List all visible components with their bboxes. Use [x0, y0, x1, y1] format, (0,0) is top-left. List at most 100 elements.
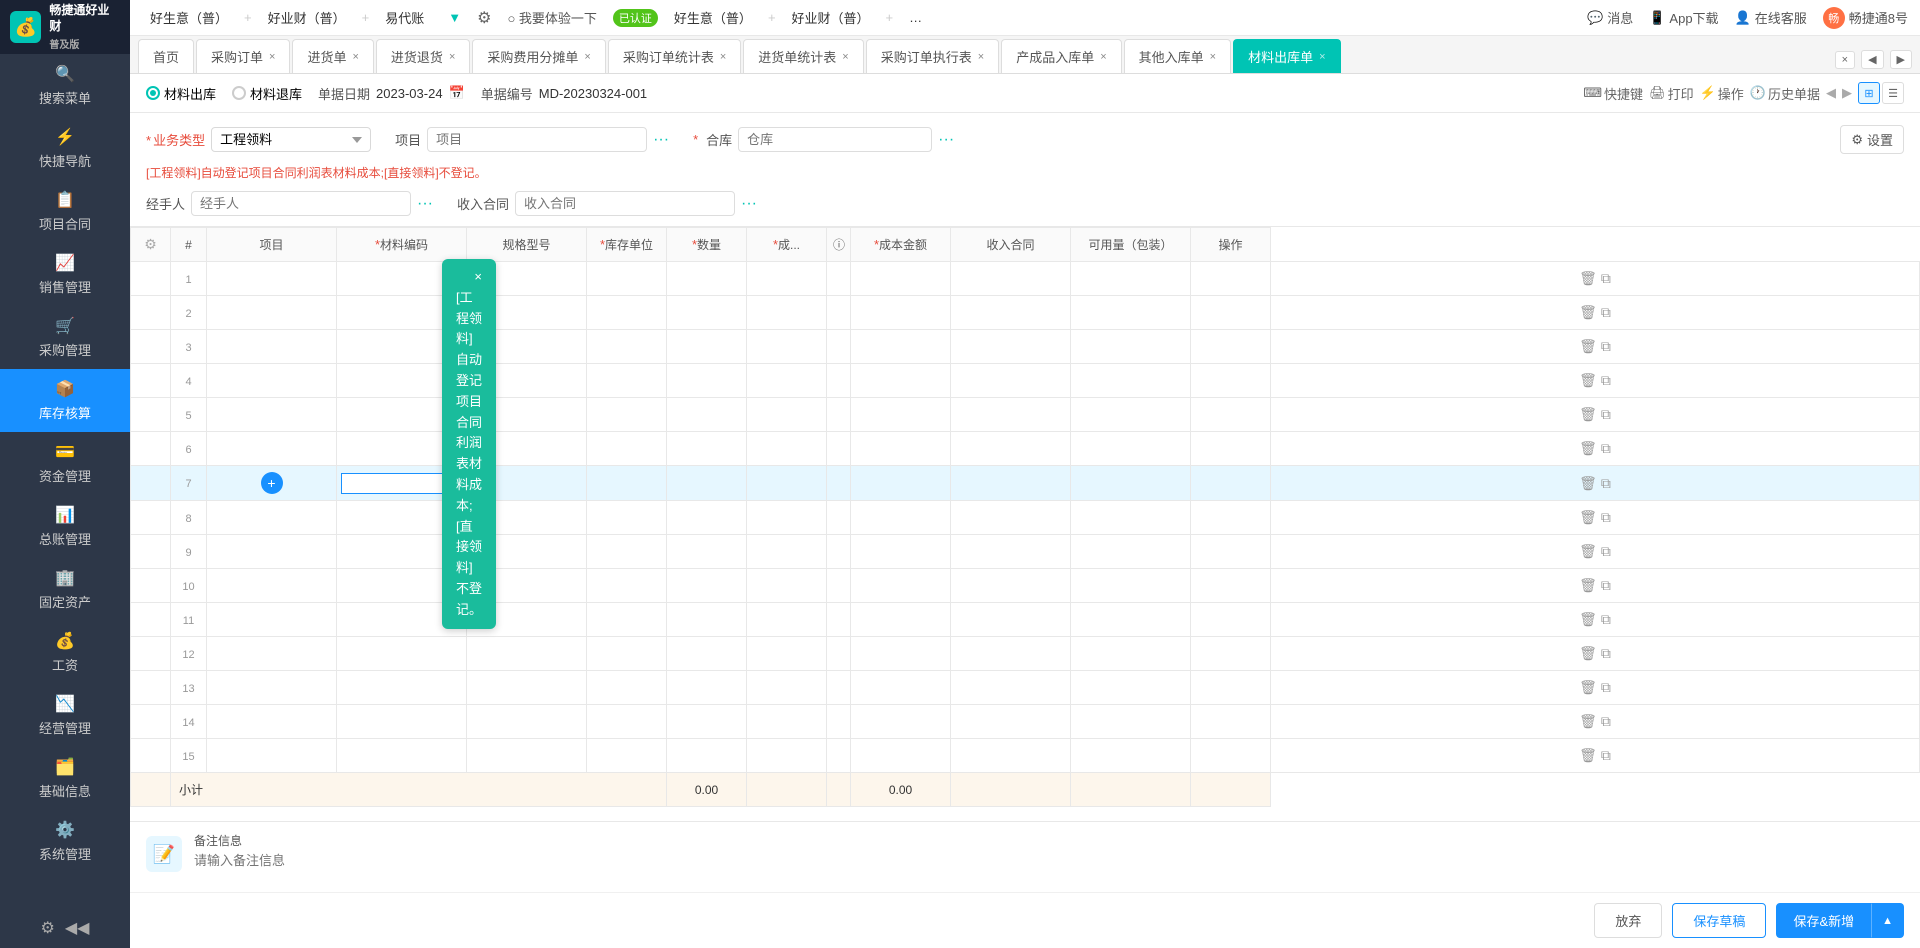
add-row-btn[interactable]: +: [261, 472, 283, 494]
tab-home[interactable]: 首页: [138, 39, 194, 73]
delete-row-btn[interactable]: 🗑: [1579, 679, 1597, 696]
save-new-button[interactable]: 保存&新增: [1776, 903, 1871, 938]
tab-close-order-exec[interactable]: ×: [978, 51, 984, 63]
tab-close-other-in[interactable]: ×: [1210, 51, 1216, 63]
delete-row-btn[interactable]: 🗑: [1579, 611, 1597, 628]
tab-close-all[interactable]: ×: [1835, 51, 1855, 69]
copy-row-btn[interactable]: ⧉: [1601, 543, 1611, 560]
number-value[interactable]: MD-20230324-001: [539, 86, 647, 101]
col-header-info[interactable]: ⓘ: [827, 228, 851, 262]
date-value[interactable]: 2023-03-24: [376, 86, 443, 101]
tab-purchase-order[interactable]: 采购订单 ×: [196, 39, 290, 73]
copy-row-btn[interactable]: ⧉: [1601, 338, 1611, 355]
sidebar-item-purchase[interactable]: 🛒 采购管理: [0, 306, 130, 369]
copy-row-btn[interactable]: ⧉: [1601, 577, 1611, 594]
grid-view-btn[interactable]: ⊞: [1858, 82, 1880, 104]
copy-row-btn[interactable]: ⧉: [1601, 509, 1611, 526]
print-btn[interactable]: 🖨 打印: [1649, 84, 1694, 103]
sidebar-item-search[interactable]: 🔍 搜索菜单: [0, 54, 130, 117]
copy-row-btn[interactable]: ⧉: [1601, 372, 1611, 389]
quickkey-btn[interactable]: ⌨ 快捷键: [1583, 84, 1643, 103]
sidebar-item-finance[interactable]: 💳 资金管理: [0, 432, 130, 495]
topbar-online-service[interactable]: 👤 在线客服: [1735, 8, 1807, 27]
settings-btn[interactable]: ⚙ 设置: [1840, 125, 1904, 154]
copy-row-btn[interactable]: ⧉: [1601, 611, 1611, 628]
topbar-settings-icon[interactable]: ⚙: [477, 8, 491, 28]
save-draft-button[interactable]: 保存草稿: [1672, 903, 1766, 938]
delete-row-btn[interactable]: 🗑: [1579, 747, 1597, 764]
tab-goods-in[interactable]: 进货单 ×: [292, 39, 373, 73]
tab-order-exec[interactable]: 采购订单执行表 ×: [866, 39, 999, 73]
tab-close-material-out[interactable]: ×: [1319, 51, 1325, 63]
delete-row-btn[interactable]: 🗑: [1579, 577, 1597, 594]
remarks-input[interactable]: [194, 853, 594, 868]
topbar-message[interactable]: 💬 消息: [1587, 8, 1633, 27]
sidebar-collapse-btn[interactable]: ◀◀: [65, 918, 90, 938]
handler-dots[interactable]: ···: [417, 195, 433, 213]
copy-row-btn[interactable]: ⧉: [1601, 406, 1611, 423]
topbar-more2[interactable]: …: [901, 8, 930, 27]
tab-nav-prev[interactable]: ◀: [1861, 50, 1883, 69]
copy-row-btn[interactable]: ⧉: [1601, 475, 1611, 492]
topbar-app-download[interactable]: 📱 App下载: [1649, 8, 1718, 27]
topbar-yidaili[interactable]: 易代账: [377, 6, 432, 29]
delete-row-btn[interactable]: 🗑: [1579, 509, 1597, 526]
col-header-settings[interactable]: ⚙: [131, 228, 171, 262]
warehouse-dots[interactable]: ···: [938, 131, 954, 149]
tab-close-purchase-order[interactable]: ×: [269, 51, 275, 63]
topbar-experience[interactable]: ○ 我要体验一下: [499, 6, 604, 29]
operations-btn[interactable]: ⚡ 操作: [1700, 84, 1744, 103]
sidebar-item-system[interactable]: ⚙️ 系统管理: [0, 810, 130, 873]
tab-close-goods-return[interactable]: ×: [449, 51, 455, 63]
sidebar-item-assets[interactable]: 🏢 固定资产: [0, 558, 130, 621]
sidebar-item-inventory[interactable]: 📦 库存核算: [0, 369, 130, 432]
tab-other-in[interactable]: 其他入库单 ×: [1124, 39, 1231, 73]
project-input[interactable]: [427, 127, 647, 152]
tab-close-product-in[interactable]: ×: [1100, 51, 1106, 63]
list-view-btn[interactable]: ☰: [1882, 82, 1904, 104]
copy-row-btn[interactable]: ⧉: [1601, 645, 1611, 662]
col-settings-icon[interactable]: ⚙: [144, 236, 157, 252]
business-type-select[interactable]: 工程领料: [211, 127, 371, 152]
delete-row-btn[interactable]: 🗑: [1579, 304, 1597, 321]
sidebar-settings-btn[interactable]: ⚙: [41, 918, 55, 938]
tab-goods-return[interactable]: 进货退货 ×: [376, 39, 470, 73]
topbar-haoshengyi[interactable]: 好生意（普）: [142, 6, 236, 29]
delete-row-btn[interactable]: 🗑: [1579, 338, 1597, 355]
delete-row-btn[interactable]: 🗑: [1579, 270, 1597, 287]
copy-row-btn[interactable]: ⧉: [1601, 440, 1611, 457]
copy-row-btn[interactable]: ⧉: [1601, 270, 1611, 287]
topbar-user[interactable]: 畅 畅捷通8号: [1823, 7, 1908, 29]
mode-return-radio[interactable]: 材料退库: [232, 84, 302, 103]
tab-material-out[interactable]: 材料出库单 ×: [1233, 39, 1340, 73]
tab-close-goods-in[interactable]: ×: [352, 51, 358, 63]
delete-row-btn[interactable]: 🗑: [1579, 372, 1597, 389]
project-dots[interactable]: ···: [653, 131, 669, 149]
calendar-icon[interactable]: 📅: [449, 85, 465, 101]
handler-input[interactable]: [191, 191, 411, 216]
delete-row-btn[interactable]: 🗑: [1579, 645, 1597, 662]
sidebar-item-operations[interactable]: 📉 经营管理: [0, 684, 130, 747]
add-row-cell[interactable]: +: [207, 466, 337, 501]
save-new-arrow[interactable]: ▲: [1871, 903, 1904, 938]
copy-row-btn[interactable]: ⧉: [1601, 304, 1611, 321]
topbar-more-icon[interactable]: ▼: [440, 8, 469, 27]
sidebar-item-salary[interactable]: 💰 工资: [0, 621, 130, 684]
tab-goods-stats[interactable]: 进货单统计表 ×: [743, 39, 863, 73]
tab-expense-split[interactable]: 采购费用分摊单 ×: [472, 39, 605, 73]
copy-row-btn[interactable]: ⧉: [1601, 679, 1611, 696]
tab-product-in[interactable]: 产成品入库单 ×: [1001, 39, 1121, 73]
topbar-haoshengyi2[interactable]: 好生意（普）: [666, 6, 760, 29]
copy-row-btn[interactable]: ⧉: [1601, 713, 1611, 730]
tooltip-close-btn[interactable]: ×: [474, 267, 482, 288]
nav-next-btn[interactable]: ▶: [1842, 85, 1852, 101]
income-contract-dots[interactable]: ···: [741, 195, 757, 213]
discard-button[interactable]: 放弃: [1594, 903, 1662, 938]
tab-close-goods-stats[interactable]: ×: [842, 51, 848, 63]
copy-row-btn[interactable]: ⧉: [1601, 747, 1611, 764]
nav-prev-btn[interactable]: ◀: [1826, 85, 1836, 101]
topbar-haoyecai[interactable]: 好业财（普）: [260, 6, 354, 29]
tab-close-purchase-stats[interactable]: ×: [720, 51, 726, 63]
mode-out-radio[interactable]: 材料出库: [146, 84, 216, 103]
tab-nav-next[interactable]: ▶: [1890, 50, 1912, 69]
